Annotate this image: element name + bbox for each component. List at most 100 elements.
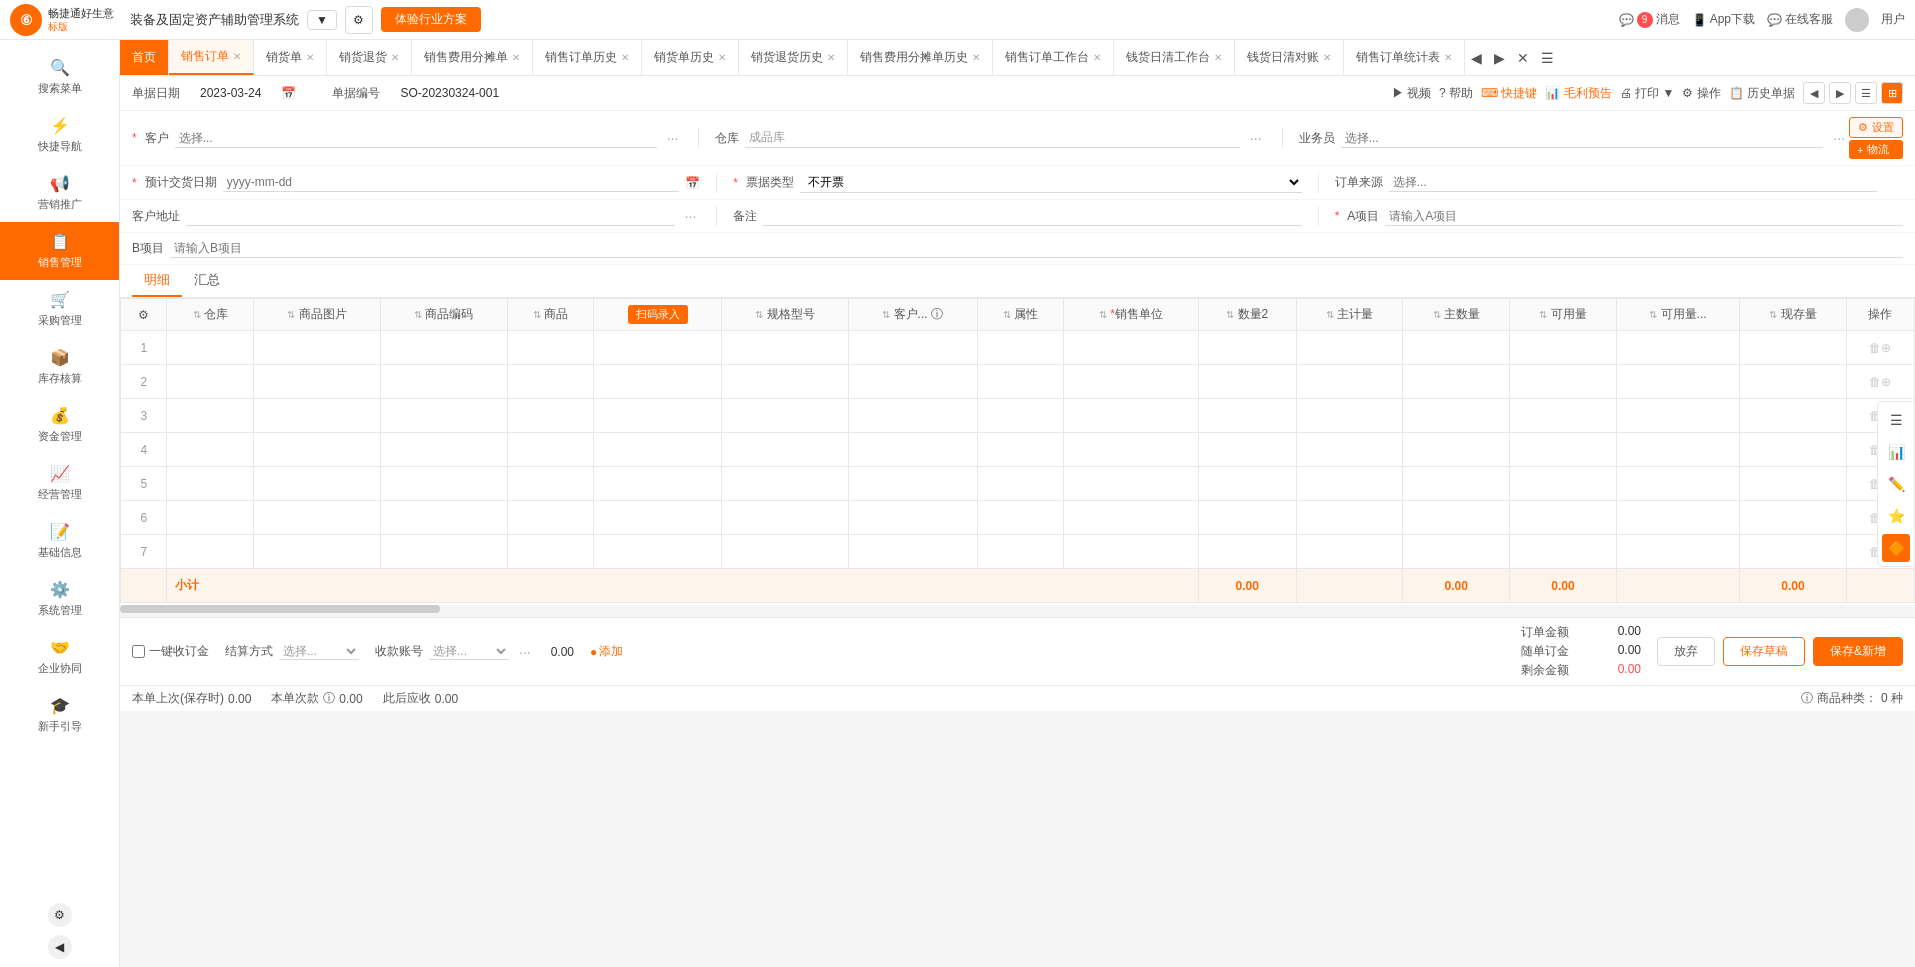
tab-close-icon[interactable]: ✕ [621, 52, 629, 63]
sidebar-item-guide[interactable]: 🎓 新手引导 [0, 686, 119, 744]
cell-current[interactable] [1740, 501, 1847, 535]
th-spec[interactable]: ⇅ 规格型号 [722, 299, 849, 331]
cell-attr[interactable] [977, 365, 1064, 399]
cell-current[interactable] [1740, 399, 1847, 433]
cell-product[interactable] [507, 433, 594, 467]
cell-main-unit[interactable] [1296, 365, 1403, 399]
th-available[interactable]: ⇅ 可用量 [1510, 299, 1617, 331]
add-product-btn[interactable]: + 物流 [1849, 140, 1903, 159]
cell-customer-code[interactable] [848, 399, 977, 433]
sidebar-item-purchase[interactable]: 🛒 采购管理 [0, 280, 119, 338]
cell-code[interactable] [380, 467, 507, 501]
cell-code[interactable] [380, 399, 507, 433]
order-source-input[interactable] [1389, 173, 1878, 192]
tab-close-icon[interactable]: ✕ [1093, 52, 1101, 63]
cell-attr[interactable] [977, 331, 1064, 365]
cell-current[interactable] [1740, 535, 1847, 569]
cell-spec[interactable] [722, 535, 849, 569]
tab-expense-history[interactable]: 销售费用分摊单历史 ✕ [848, 40, 993, 75]
delete-icon[interactable]: 🗑 [1869, 341, 1881, 355]
one-click-input[interactable] [132, 645, 145, 658]
sidebar-item-basic-info[interactable]: 📝 基础信息 [0, 512, 119, 570]
th-main-unit[interactable]: ⇅ 主计量 [1296, 299, 1403, 331]
th-customer-code[interactable]: ⇅ 客户... ⓘ [848, 299, 977, 331]
cell-main-qty[interactable] [1403, 331, 1510, 365]
th-product[interactable]: ⇅ 商品 [507, 299, 594, 331]
cell-current[interactable] [1740, 433, 1847, 467]
tab-sales-return[interactable]: 销货退货 ✕ [327, 40, 412, 75]
cell-available2[interactable] [1616, 467, 1739, 501]
cell-available[interactable] [1510, 399, 1617, 433]
tab-close-all-btn[interactable]: ✕ [1511, 50, 1535, 66]
cell-main-qty[interactable] [1403, 467, 1510, 501]
tab-close-icon[interactable]: ✕ [1214, 52, 1222, 63]
cell-main-qty[interactable] [1403, 433, 1510, 467]
cell-customer-code[interactable] [848, 535, 977, 569]
salesperson-dots-btn[interactable]: ··· [1829, 130, 1849, 146]
cell-scan[interactable] [594, 501, 722, 535]
tab-prev-btn[interactable]: ◀ [1465, 50, 1488, 66]
cell-qty2[interactable] [1198, 399, 1296, 433]
cell-image[interactable] [254, 467, 381, 501]
tab-order-workbench[interactable]: 销售订单工作台 ✕ [993, 40, 1114, 75]
sidebar-item-inventory[interactable]: 📦 库存核算 [0, 338, 119, 396]
list-view-btn[interactable]: ☰ [1855, 82, 1877, 104]
th-warehouse[interactable]: ⇅ 仓库 [167, 299, 254, 331]
float-btn-2[interactable]: 📊 [1882, 438, 1910, 466]
tab-close-icon[interactable]: ✕ [391, 52, 399, 63]
cell-main-unit[interactable] [1296, 467, 1403, 501]
cell-main-unit[interactable] [1296, 331, 1403, 365]
cell-customer-code[interactable] [848, 365, 977, 399]
cell-available[interactable] [1510, 331, 1617, 365]
sidebar-collapse-btn[interactable]: ⚙ [48, 903, 72, 927]
cell-main-unit[interactable] [1296, 501, 1403, 535]
th-available2[interactable]: ⇅ 可用量... [1616, 299, 1739, 331]
scan-btn[interactable]: 扫码录入 [628, 305, 688, 324]
cell-available2[interactable] [1616, 331, 1739, 365]
cell-product[interactable] [507, 501, 594, 535]
tab-stats[interactable]: 销售订单统计表 ✕ [1344, 40, 1465, 75]
cell-main-unit[interactable] [1296, 433, 1403, 467]
sidebar-item-search[interactable]: 🔍 搜索菜单 [0, 48, 119, 106]
cell-available[interactable] [1510, 433, 1617, 467]
tab-close-icon[interactable]: ✕ [233, 51, 241, 62]
tab-close-icon[interactable]: ✕ [972, 52, 980, 63]
help-btn[interactable]: ? 帮助 [1439, 85, 1473, 102]
cell-main-qty[interactable] [1403, 365, 1510, 399]
tab-close-icon[interactable]: ✕ [1444, 52, 1452, 63]
cell-customer-code[interactable] [848, 467, 977, 501]
cell-warehouse[interactable] [167, 467, 254, 501]
cell-warehouse[interactable] [167, 535, 254, 569]
grid-view-btn[interactable]: ⊞ [1881, 82, 1903, 104]
cell-unit[interactable] [1064, 535, 1198, 569]
cell-available2[interactable] [1616, 365, 1739, 399]
settings-gear-btn[interactable]: ⚙ [345, 6, 373, 34]
cell-warehouse[interactable] [167, 399, 254, 433]
cell-image[interactable] [254, 399, 381, 433]
float-btn-1[interactable]: ☰ [1882, 406, 1910, 434]
tab-home[interactable]: 首页 [120, 40, 169, 75]
cell-attr[interactable] [977, 433, 1064, 467]
tab-reconcile[interactable]: 钱货日清对账 ✕ [1235, 40, 1344, 75]
solution-button[interactable]: 体验行业方案 [381, 7, 481, 32]
sidebar-item-management[interactable]: 📈 经营管理 [0, 454, 119, 512]
cell-warehouse[interactable] [167, 331, 254, 365]
system-title-dropdown[interactable]: ▼ [307, 10, 337, 30]
cell-spec[interactable] [722, 331, 849, 365]
cell-spec[interactable] [722, 467, 849, 501]
history-btn[interactable]: 📋 历史单据 [1729, 85, 1795, 102]
customer-dots-btn[interactable]: ··· [663, 130, 683, 146]
copy-icon[interactable]: ⊕ [1881, 375, 1891, 389]
account-select[interactable]: 选择... [429, 643, 509, 660]
sidebar-item-marketing[interactable]: 📢 营销推广 [0, 164, 119, 222]
save-draft-button[interactable]: 保存草稿 [1723, 637, 1805, 666]
cell-spec[interactable] [722, 433, 849, 467]
cell-image[interactable] [254, 535, 381, 569]
tab-menu-btn[interactable]: ☰ [1535, 50, 1560, 66]
settings-btn[interactable]: ⚙ ⚙ 设置 [1849, 117, 1903, 138]
user-avatar[interactable] [1845, 8, 1869, 32]
cell-qty2[interactable] [1198, 535, 1296, 569]
customer-input[interactable] [175, 129, 657, 148]
tab-close-icon[interactable]: ✕ [718, 52, 726, 63]
tab-close-icon[interactable]: ✕ [306, 52, 314, 63]
